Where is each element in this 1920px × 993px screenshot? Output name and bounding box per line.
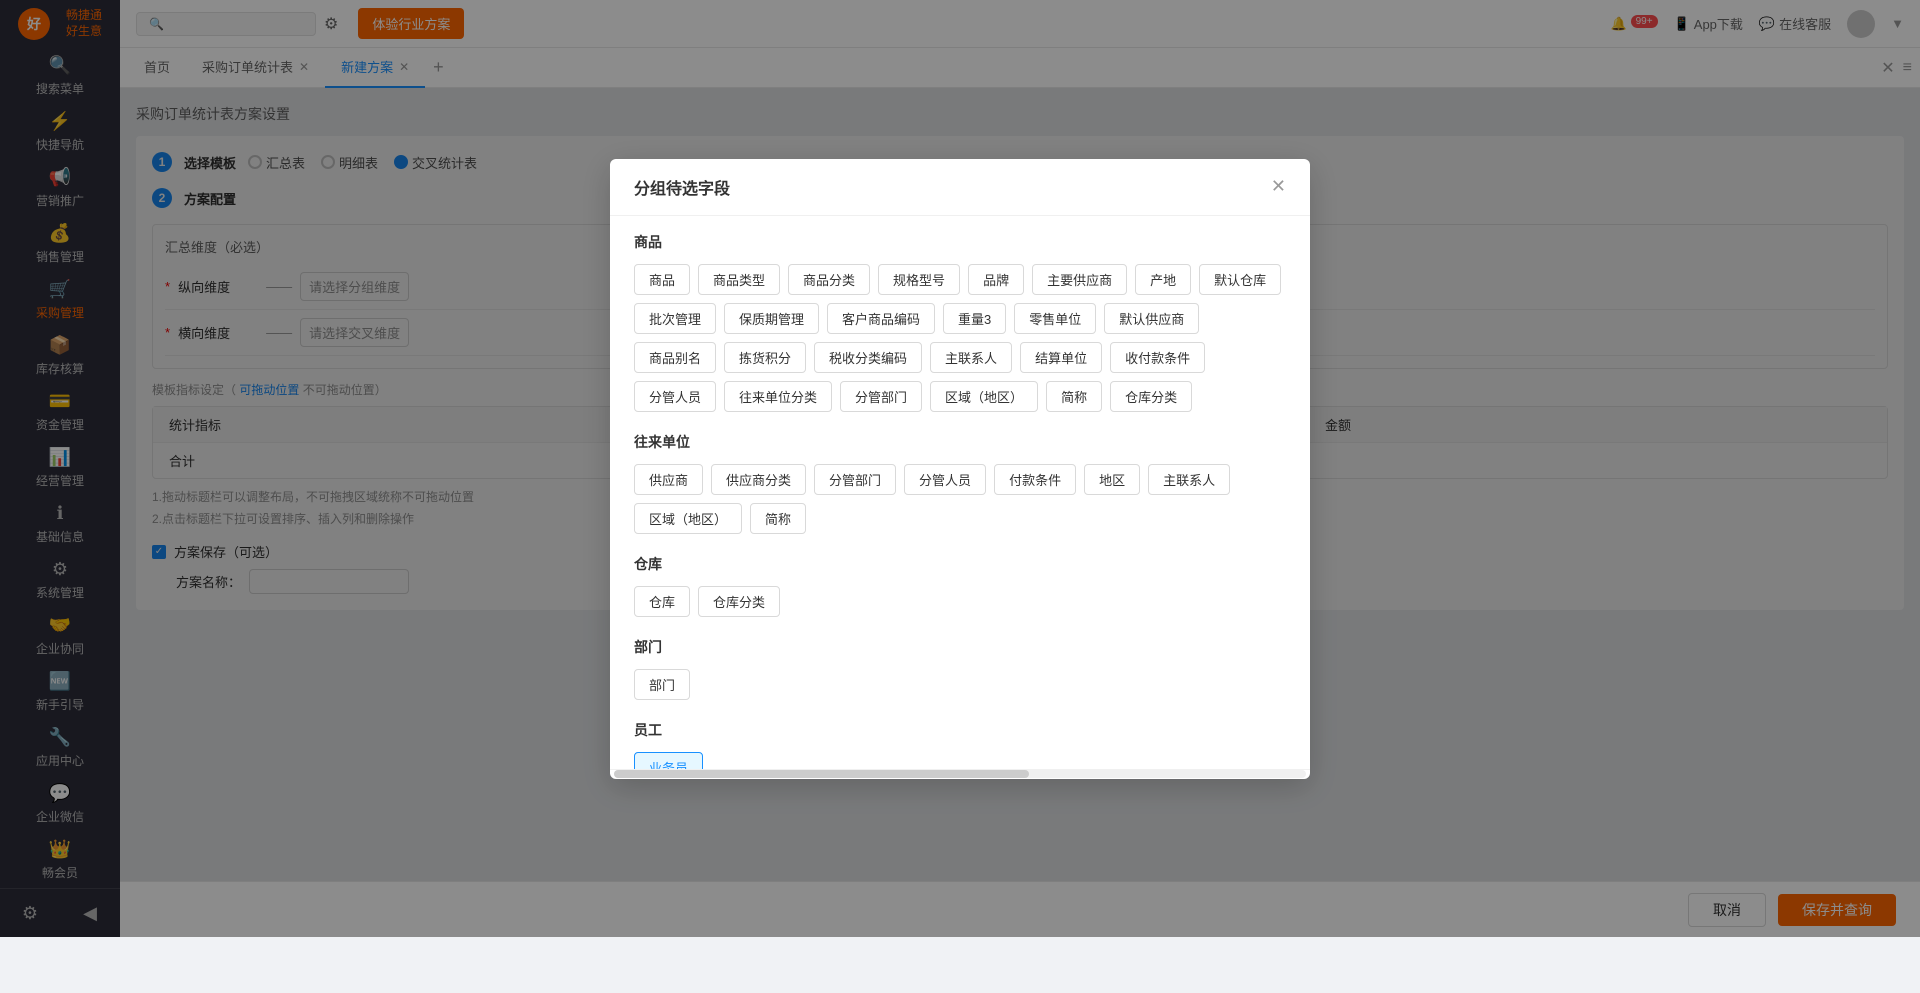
h-scrollbar-thumb [614, 770, 1029, 778]
modal-overlay: 分组待选字段 ✕ 商品 商品 商品类型 商品分类 规格型号 品牌 主要供应商 产… [0, 0, 1920, 937]
chip-manage-dept[interactable]: 分管部门 [840, 381, 922, 412]
chip-origin[interactable]: 产地 [1135, 264, 1191, 295]
chip-manager[interactable]: 分管人员 [634, 381, 716, 412]
section-dept-title: 部门 [634, 637, 1286, 657]
chip-warehouse-cat[interactable]: 仓库分类 [698, 586, 780, 617]
dept-chips: 部门 [634, 669, 1286, 700]
chip-supplier[interactable]: 供应商 [634, 464, 703, 495]
modal-h-scroll[interactable] [610, 769, 1310, 778]
chip-partner-dept[interactable]: 分管部门 [814, 464, 896, 495]
chip-weight3[interactable]: 重量3 [943, 303, 1006, 334]
chip-district[interactable]: 地区 [1084, 464, 1140, 495]
partner-chips: 供应商 供应商分类 分管部门 分管人员 付款条件 地区 主联系人 区域（地区） … [634, 464, 1286, 534]
modal-body[interactable]: 商品 商品 商品类型 商品分类 规格型号 品牌 主要供应商 产地 默认仓库 批次… [610, 216, 1310, 770]
chip-default-warehouse[interactable]: 默认仓库 [1199, 264, 1281, 295]
chip-partner-shortname[interactable]: 简称 [750, 503, 806, 534]
modal-header: 分组待选字段 ✕ [610, 159, 1310, 216]
chip-batch-mgmt[interactable]: 批次管理 [634, 303, 716, 334]
section-partner: 往来单位 供应商 供应商分类 分管部门 分管人员 付款条件 地区 主联系人 区域… [634, 432, 1286, 534]
chip-product-alias[interactable]: 商品别名 [634, 342, 716, 373]
chip-partner-contact[interactable]: 主联系人 [1148, 464, 1230, 495]
chip-main-supplier[interactable]: 主要供应商 [1032, 264, 1127, 295]
chip-tax-code[interactable]: 税收分类编码 [814, 342, 922, 373]
chip-payment-terms[interactable]: 收付款条件 [1110, 342, 1205, 373]
chip-product[interactable]: 商品 [634, 264, 690, 295]
section-product-title: 商品 [634, 232, 1286, 252]
modal-title: 分组待选字段 [634, 175, 730, 199]
section-warehouse-title: 仓库 [634, 554, 1286, 574]
chip-region-area[interactable]: 区域（地区） [930, 381, 1038, 412]
chip-settle-unit[interactable]: 结算单位 [1020, 342, 1102, 373]
chip-warehouse-category[interactable]: 仓库分类 [1110, 381, 1192, 412]
chip-salesman[interactable]: 业务员 [634, 752, 703, 770]
chip-partner-category[interactable]: 往来单位分类 [724, 381, 832, 412]
warehouse-chips: 仓库 仓库分类 [634, 586, 1286, 617]
chip-brand[interactable]: 品牌 [968, 264, 1024, 295]
chip-dept[interactable]: 部门 [634, 669, 690, 700]
section-warehouse: 仓库 仓库 仓库分类 [634, 554, 1286, 617]
section-product: 商品 商品 商品类型 商品分类 规格型号 品牌 主要供应商 产地 默认仓库 批次… [634, 232, 1286, 412]
chip-spec-model[interactable]: 规格型号 [878, 264, 960, 295]
chip-partner-manager[interactable]: 分管人员 [904, 464, 986, 495]
modal-dialog: 分组待选字段 ✕ 商品 商品 商品类型 商品分类 规格型号 品牌 主要供应商 产… [610, 159, 1310, 779]
employee-chips: 业务员 [634, 752, 1286, 770]
section-employee-title: 员工 [634, 720, 1286, 740]
chip-customer-code[interactable]: 客户商品编码 [827, 303, 935, 334]
section-partner-title: 往来单位 [634, 432, 1286, 452]
chip-warehouse[interactable]: 仓库 [634, 586, 690, 617]
chip-short-name[interactable]: 简称 [1046, 381, 1102, 412]
product-chips: 商品 商品类型 商品分类 规格型号 品牌 主要供应商 产地 默认仓库 批次管理 … [634, 264, 1286, 412]
chip-main-contact[interactable]: 主联系人 [930, 342, 1012, 373]
h-scrollbar-track [614, 770, 1306, 778]
chip-product-type[interactable]: 商品类型 [698, 264, 780, 295]
chip-supplier-category[interactable]: 供应商分类 [711, 464, 806, 495]
section-dept: 部门 部门 [634, 637, 1286, 700]
modal-close-btn[interactable]: ✕ [1271, 176, 1286, 197]
chip-pick-score[interactable]: 拣货积分 [724, 342, 806, 373]
chip-default-supplier[interactable]: 默认供应商 [1104, 303, 1199, 334]
chip-retail-unit[interactable]: 零售单位 [1014, 303, 1096, 334]
chip-payment-cond[interactable]: 付款条件 [994, 464, 1076, 495]
chip-product-category[interactable]: 商品分类 [788, 264, 870, 295]
chip-shelf-life[interactable]: 保质期管理 [724, 303, 819, 334]
chip-partner-region[interactable]: 区域（地区） [634, 503, 742, 534]
section-employee: 员工 业务员 [634, 720, 1286, 770]
